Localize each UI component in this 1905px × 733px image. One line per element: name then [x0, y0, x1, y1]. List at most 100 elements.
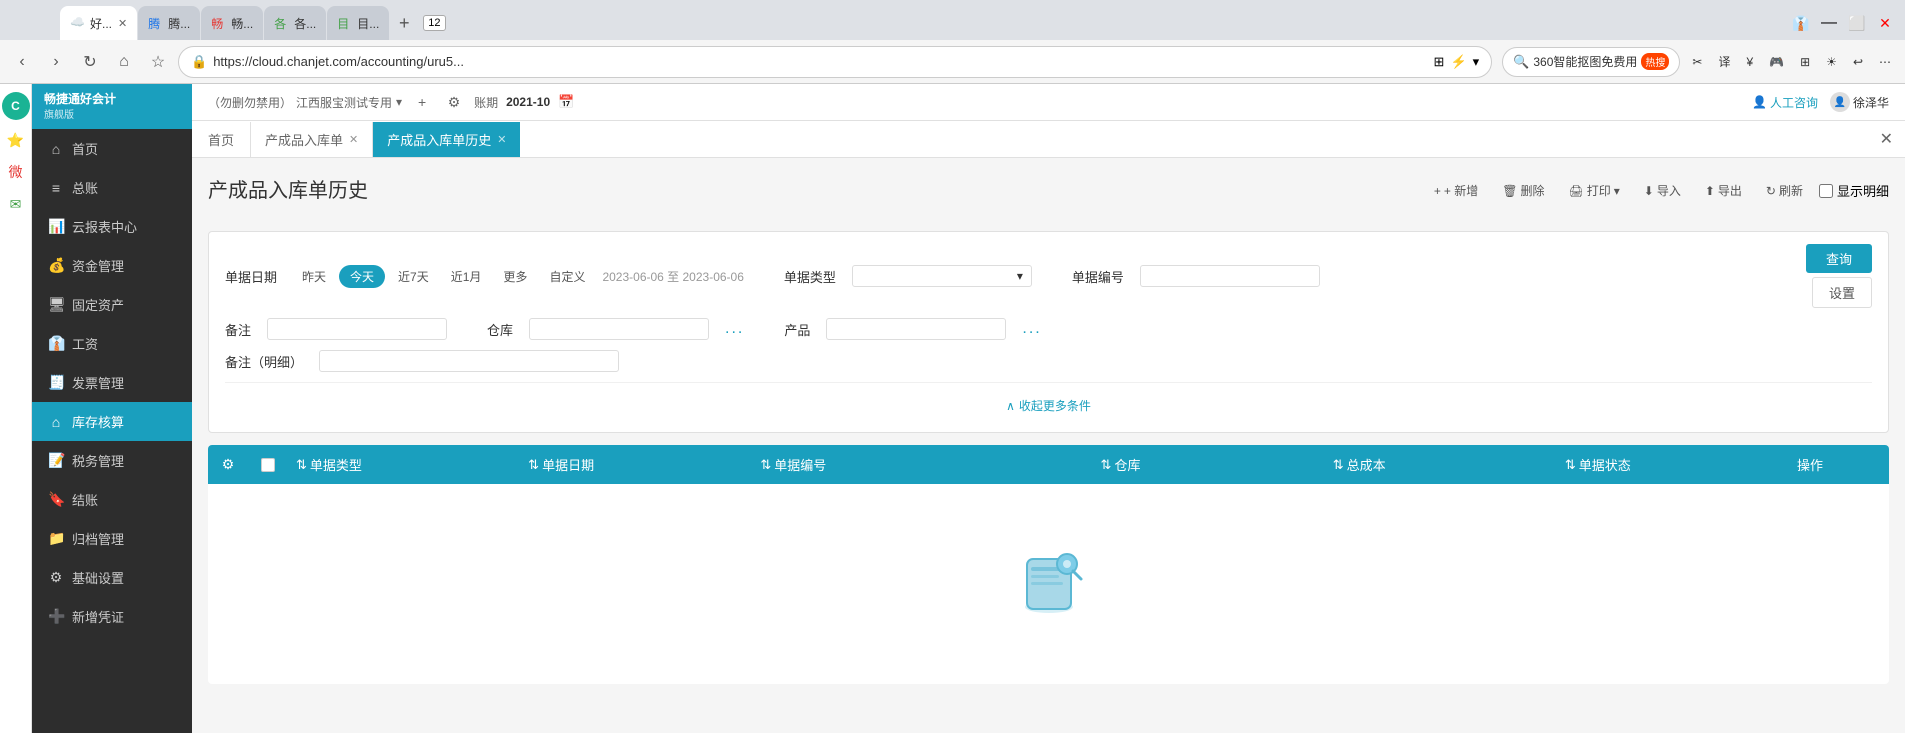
docnum-input[interactable] [1140, 265, 1320, 287]
th-check[interactable] [248, 448, 288, 482]
sidebar-item-fixed[interactable]: 🖥 固定资产 [32, 285, 192, 324]
tab-11[interactable]: 各 各... [264, 6, 326, 40]
product-dots-btn[interactable]: ... [1022, 320, 1041, 338]
sidebar-item-salary[interactable]: 👔 工资 [32, 324, 192, 363]
sidebar-item-report-label: 云报表中心 [72, 217, 137, 236]
app-logo[interactable]: C [2, 92, 30, 120]
date-btn-yesterday[interactable]: 昨天 [293, 265, 335, 288]
cut-btn[interactable]: ✂ [1686, 48, 1708, 76]
th-num-label: 单据编号 [774, 455, 826, 474]
th-type[interactable]: ⇅ 单据类型 [288, 445, 520, 484]
product-input[interactable] [826, 318, 1006, 340]
tab-close-8[interactable]: ✕ [118, 17, 127, 30]
tab-9[interactable]: 腾 腾... [138, 6, 200, 40]
sidebar-item-invoice[interactable]: 🧾 发票管理 [32, 363, 192, 402]
restore-btn[interactable]: 👔 [1789, 11, 1813, 35]
close-window-btn[interactable]: ✕ [1873, 11, 1897, 35]
select-all-checkbox[interactable] [261, 458, 275, 472]
date-btn-today[interactable]: 今天 [339, 265, 385, 288]
sidebar-item-newdoc[interactable]: ➕ 新增凭证 [32, 597, 192, 636]
home-btn[interactable]: ⌂ [110, 48, 138, 76]
undo-btn[interactable]: ↩ [1847, 48, 1869, 76]
close-panel-btn[interactable]: ✕ [1868, 121, 1905, 157]
th-date[interactable]: ⇅ 单据日期 [520, 445, 752, 484]
more-btn[interactable]: ⋯ [1873, 48, 1897, 76]
company-select[interactable]: （勿删勿禁用） 江西服宝测试专用 ▾ [208, 94, 402, 111]
theme-btn[interactable]: ☀ [1820, 48, 1843, 76]
filter-setting-btn[interactable]: 设置 [1812, 277, 1872, 308]
tab-8[interactable]: ☁️ 好... ✕ [60, 6, 137, 40]
warehouse-dots-btn[interactable]: ... [725, 320, 744, 338]
th-cost[interactable]: ⇅ 总成本 [1325, 445, 1557, 484]
remark-detail-input[interactable] [319, 350, 619, 372]
collapse-btn[interactable]: ∧ 收起更多条件 [1006, 397, 1091, 414]
breadcrumb-tab-history-close[interactable]: ✕ [497, 133, 506, 146]
remark-input[interactable] [267, 318, 447, 340]
user-service-label: 人工咨询 [1770, 94, 1818, 111]
icon-bar-item-2[interactable]: 微 [4, 160, 28, 184]
date-btn-7days[interactable]: 近7天 [389, 265, 438, 288]
yuan-btn[interactable]: ¥ [1740, 48, 1759, 76]
date-btn-more[interactable]: 更多 [494, 265, 536, 288]
th-num[interactable]: ⇅ 单据编号 [752, 445, 1092, 484]
sidebar-item-archive[interactable]: 📁 归档管理 [32, 519, 192, 558]
export-btn[interactable]: ⬆ 导出 [1697, 178, 1750, 203]
settings-gear-btn[interactable]: ⚙ [442, 90, 466, 114]
doctype-select[interactable]: ▾ [852, 265, 1032, 287]
sidebar-item-ledger[interactable]: ≡ 总账 [32, 168, 192, 207]
sidebar-item-tax[interactable]: 📝 税务管理 [32, 441, 192, 480]
sidebar-item-home[interactable]: ⌂ 首页 [32, 129, 192, 168]
tab-count[interactable]: 12 [423, 15, 445, 31]
avatar-icon: 👤 [1830, 92, 1850, 112]
breadcrumb-home[interactable]: 首页 [192, 122, 250, 157]
refresh-btn-toolbar[interactable]: ↻ 刷新 [1758, 178, 1811, 203]
th-op: 操作 [1789, 445, 1889, 484]
th-type-label: 单据类型 [310, 455, 362, 474]
sidebar-item-inventory[interactable]: ⌂ 库存核算 [32, 402, 192, 441]
query-btn[interactable]: 查询 [1806, 244, 1872, 273]
maximize-btn[interactable]: ⬜ [1845, 11, 1869, 35]
sidebar-item-report[interactable]: 📊 云报表中心 [32, 207, 192, 246]
breadcrumb-tab-history[interactable]: 产成品入库单历史 ✕ [372, 122, 520, 157]
grid-layout-btn[interactable]: ⊞ [1794, 48, 1816, 76]
page-content: 产成品入库单历史 + + 新增 🗑 删除 🖨 打印 ▾ [192, 158, 1905, 733]
warehouse-input[interactable] [529, 318, 709, 340]
show-detail-checkbox[interactable] [1819, 184, 1833, 198]
breadcrumb-tab-list[interactable]: 产成品入库单 ✕ [250, 122, 372, 157]
refresh-btn[interactable]: ↻ [76, 48, 104, 76]
translate-btn[interactable]: 译 [1712, 48, 1736, 76]
print-icon: 🖨 [1568, 184, 1583, 198]
tab-title-9: 腾... [168, 15, 190, 32]
th-gear[interactable]: ⚙ [208, 446, 248, 483]
sidebar-item-salary-label: 工资 [72, 334, 98, 353]
add-btn[interactable]: + + 新增 [1426, 178, 1486, 203]
search-bar[interactable]: 🔍 360智能抠图免费用 热搜 [1502, 47, 1680, 77]
user-name-area[interactable]: 👤 徐泽华 [1830, 92, 1889, 112]
user-service-btn[interactable]: 👤 人工咨询 [1752, 94, 1818, 111]
date-btn-custom[interactable]: 自定义 [540, 265, 594, 288]
th-status[interactable]: ⇅ 单据状态 [1557, 445, 1789, 484]
url-bar[interactable]: 🔒 https://cloud.chanjet.com/accounting/u… [178, 46, 1492, 78]
tab-12[interactable]: 目 目... [327, 6, 389, 40]
date-btn-1month[interactable]: 近1月 [442, 265, 491, 288]
add-company-btn[interactable]: + [410, 90, 434, 114]
sidebar-item-basic[interactable]: ⚙ 基础设置 [32, 558, 192, 597]
game-btn[interactable]: 🎮 [1763, 48, 1790, 76]
import-btn[interactable]: ⬇ 导入 [1636, 178, 1689, 203]
tab-10[interactable]: 畅 畅... [201, 6, 263, 40]
print-btn[interactable]: 🖨 打印 ▾ [1560, 178, 1627, 203]
th-warehouse[interactable]: ⇅ 仓库 [1093, 445, 1325, 484]
minimize-btn[interactable]: — [1817, 11, 1841, 35]
icon-bar-item-1[interactable]: ⭐ [4, 128, 28, 152]
new-tab-button[interactable]: + [390, 9, 418, 37]
icon-bar-item-3[interactable]: ✉ [4, 192, 28, 216]
star-btn[interactable]: ☆ [144, 48, 172, 76]
sidebar-item-fund[interactable]: 💰 资金管理 [32, 246, 192, 285]
back-btn[interactable]: ‹ [8, 48, 36, 76]
delete-btn[interactable]: 🗑 删除 [1494, 178, 1552, 203]
sidebar-item-checkout[interactable]: 🔖 结账 [32, 480, 192, 519]
breadcrumb-tab-list-close[interactable]: ✕ [349, 133, 358, 146]
extension-icon: ⚡ [1450, 54, 1466, 70]
forward-btn[interactable]: › [42, 48, 70, 76]
sidebar-logo-area: 畅捷通好会计 旗舰版 [44, 92, 116, 121]
